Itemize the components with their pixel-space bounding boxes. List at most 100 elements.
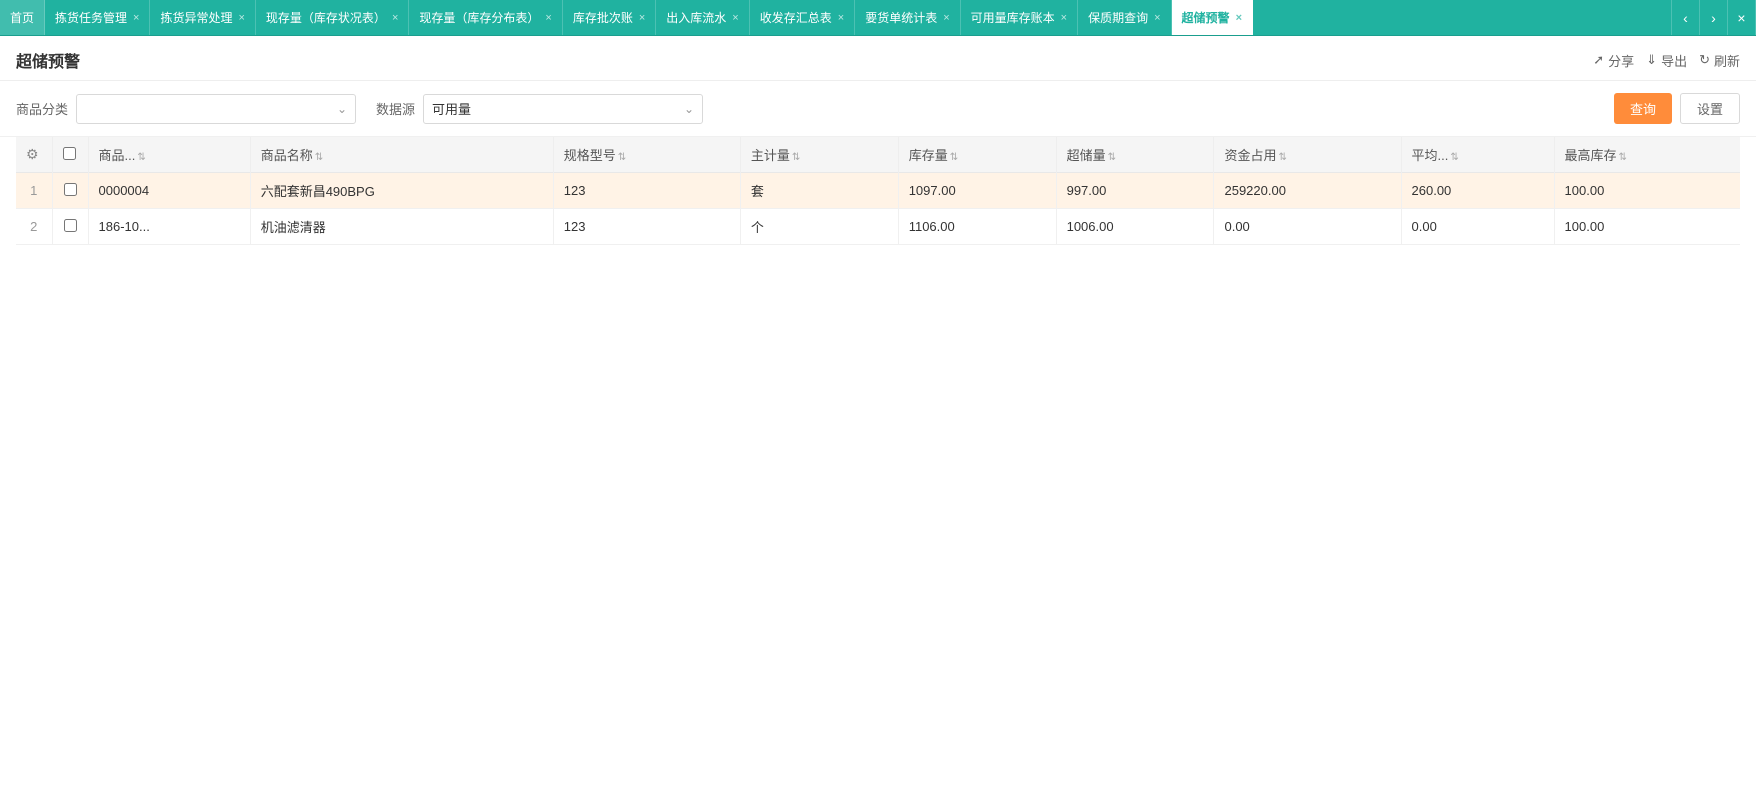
th-stock[interactable]: 库存量⇅ bbox=[898, 137, 1056, 173]
category-label: 商品分类 bbox=[16, 99, 68, 118]
row-stock-1: 1097.00 bbox=[898, 173, 1056, 209]
table-container: ⚙ 商品...⇅ 商品名称⇅ 规格型号⇅ 主计量⇅ 库存量⇅ bbox=[0, 137, 1756, 245]
row-name-1: 六配套新昌490BPG bbox=[250, 173, 553, 209]
sort-icon-name: ⇅ bbox=[315, 152, 323, 163]
sort-icon-stock: ⇅ bbox=[950, 152, 958, 163]
nav-item-出入库流水[interactable]: 出入库流水× bbox=[656, 0, 749, 35]
nav-prev-arrow[interactable]: ‹ bbox=[1672, 0, 1700, 36]
nav-item-现存量（库存分布表）[interactable]: 现存量（库存分布表）× bbox=[409, 0, 562, 35]
row-stock-2: 1106.00 bbox=[898, 209, 1056, 245]
datasource-filter-group: 数据源 可用量 ⌄ bbox=[376, 94, 703, 124]
th-overstock[interactable]: 超储量⇅ bbox=[1056, 137, 1214, 173]
nav-item-保质期查询[interactable]: 保质期查询× bbox=[1078, 0, 1171, 35]
close-tab-icon[interactable]: × bbox=[943, 12, 949, 24]
close-tab-icon[interactable]: × bbox=[1154, 12, 1160, 24]
row-spec-2: 123 bbox=[553, 209, 740, 245]
th-capital[interactable]: 资金占用⇅ bbox=[1214, 137, 1401, 173]
filter-area: 商品分类 ⌄ 数据源 可用量 ⌄ 查询 设置 bbox=[0, 81, 1756, 137]
nav-arrows: ‹ › × bbox=[1671, 0, 1756, 36]
sort-icon-max: ⇅ bbox=[1619, 152, 1627, 163]
nav-item-超储预警[interactable]: 超储预警× bbox=[1172, 0, 1253, 35]
data-table: ⚙ 商品...⇅ 商品名称⇅ 规格型号⇅ 主计量⇅ 库存量⇅ bbox=[16, 137, 1740, 245]
gear-icon[interactable]: ⚙ bbox=[26, 146, 39, 162]
export-icon: ⇓ bbox=[1646, 52, 1657, 68]
close-tab-icon[interactable]: × bbox=[545, 12, 551, 24]
select-all-checkbox[interactable] bbox=[63, 147, 76, 160]
nav-item-拣货任务管理[interactable]: 拣货任务管理× bbox=[45, 0, 150, 35]
row-num-1: 1 bbox=[16, 173, 52, 209]
row-checkbox-1[interactable] bbox=[64, 183, 77, 196]
datasource-label: 数据源 bbox=[376, 99, 415, 118]
export-button[interactable]: ⇓ 导出 bbox=[1646, 51, 1687, 70]
query-button[interactable]: 查询 bbox=[1614, 93, 1672, 124]
category-select[interactable]: ⌄ bbox=[76, 94, 356, 124]
table-row: 1 0000004 六配套新昌490BPG 123 套 1097.00 997.… bbox=[16, 173, 1740, 209]
close-tab-icon[interactable]: × bbox=[1061, 12, 1067, 24]
page-title: 超储预警 bbox=[16, 48, 80, 72]
row-spec-1: 123 bbox=[553, 173, 740, 209]
nav-item-要货单统计表[interactable]: 要货单统计表× bbox=[855, 0, 960, 35]
row-capital-1: 259220.00 bbox=[1214, 173, 1401, 209]
row-overstock-1: 997.00 bbox=[1056, 173, 1214, 209]
nav-item-可用量库存账本[interactable]: 可用量库存账本× bbox=[961, 0, 1078, 35]
row-avg-2: 0.00 bbox=[1401, 209, 1554, 245]
close-tab-icon[interactable]: × bbox=[639, 12, 645, 24]
close-tab-icon[interactable]: × bbox=[392, 12, 398, 24]
th-max[interactable]: 最高库存⇅ bbox=[1554, 137, 1740, 173]
close-tab-icon[interactable]: × bbox=[133, 12, 139, 24]
nav-item-首页[interactable]: 首页 bbox=[0, 0, 45, 35]
th-name[interactable]: 商品名称⇅ bbox=[250, 137, 553, 173]
header-actions: ➚ 分享 ⇓ 导出 ↻ 刷新 bbox=[1593, 51, 1740, 70]
sort-icon-overstock: ⇅ bbox=[1108, 152, 1116, 163]
row-unit-2: 个 bbox=[740, 209, 898, 245]
datasource-dropdown-icon: ⌄ bbox=[684, 102, 694, 116]
nav-item-库存批次账[interactable]: 库存批次账× bbox=[563, 0, 656, 35]
top-nav: 首页拣货任务管理×拣货异常处理×现存量（库存状况表）×现存量（库存分布表）×库存… bbox=[0, 0, 1756, 36]
th-unit[interactable]: 主计量⇅ bbox=[740, 137, 898, 173]
row-num-2: 2 bbox=[16, 209, 52, 245]
refresh-button[interactable]: ↻ 刷新 bbox=[1699, 51, 1740, 70]
row-checkbox-cell-1 bbox=[52, 173, 88, 209]
th-settings: ⚙ bbox=[16, 137, 52, 173]
close-tab-icon[interactable]: × bbox=[838, 12, 844, 24]
category-filter-group: 商品分类 ⌄ bbox=[16, 94, 356, 124]
sort-icon-spec: ⇅ bbox=[618, 152, 626, 163]
datasource-select[interactable]: 可用量 ⌄ bbox=[423, 94, 703, 124]
close-tab-icon[interactable]: × bbox=[732, 12, 738, 24]
category-dropdown-icon: ⌄ bbox=[337, 102, 347, 116]
th-checkbox bbox=[52, 137, 88, 173]
close-tab-icon[interactable]: × bbox=[238, 12, 244, 24]
row-checkbox-2[interactable] bbox=[64, 219, 77, 232]
th-code[interactable]: 商品...⇅ bbox=[88, 137, 250, 173]
settings-button[interactable]: 设置 bbox=[1680, 93, 1740, 124]
close-tab-icon[interactable]: × bbox=[1236, 12, 1242, 24]
sort-icon-capital: ⇅ bbox=[1279, 152, 1287, 163]
sort-icon-avg: ⇅ bbox=[1450, 152, 1458, 163]
table-row: 2 186-10... 机油滤清器 123 个 1106.00 1006.00 … bbox=[16, 209, 1740, 245]
row-max-1: 100.00 bbox=[1554, 173, 1740, 209]
share-button[interactable]: ➚ 分享 bbox=[1593, 51, 1634, 70]
filter-buttons: 查询 设置 bbox=[1614, 93, 1740, 124]
row-max-2: 100.00 bbox=[1554, 209, 1740, 245]
page-header: 超储预警 ➚ 分享 ⇓ 导出 ↻ 刷新 bbox=[0, 36, 1756, 81]
row-code-2: 186-10... bbox=[88, 209, 250, 245]
datasource-value: 可用量 bbox=[432, 99, 471, 118]
th-avg[interactable]: 平均...⇅ bbox=[1401, 137, 1554, 173]
table-header-row: ⚙ 商品...⇅ 商品名称⇅ 规格型号⇅ 主计量⇅ 库存量⇅ bbox=[16, 137, 1740, 173]
row-checkbox-cell-2 bbox=[52, 209, 88, 245]
row-avg-1: 260.00 bbox=[1401, 173, 1554, 209]
row-unit-1: 套 bbox=[740, 173, 898, 209]
row-capital-2: 0.00 bbox=[1214, 209, 1401, 245]
sort-icon-unit: ⇅ bbox=[792, 152, 800, 163]
nav-item-拣货异常处理[interactable]: 拣货异常处理× bbox=[150, 0, 255, 35]
th-spec[interactable]: 规格型号⇅ bbox=[553, 137, 740, 173]
nav-close-arrow[interactable]: × bbox=[1728, 0, 1756, 36]
nav-item-收发存汇总表[interactable]: 收发存汇总表× bbox=[750, 0, 855, 35]
nav-item-现存量（库存状况表）[interactable]: 现存量（库存状况表）× bbox=[256, 0, 409, 35]
table-body: 1 0000004 六配套新昌490BPG 123 套 1097.00 997.… bbox=[16, 173, 1740, 245]
row-code-1: 0000004 bbox=[88, 173, 250, 209]
refresh-icon: ↻ bbox=[1699, 52, 1710, 68]
share-icon: ➚ bbox=[1593, 52, 1604, 68]
row-name-2: 机油滤清器 bbox=[250, 209, 553, 245]
nav-next-arrow[interactable]: › bbox=[1700, 0, 1728, 36]
